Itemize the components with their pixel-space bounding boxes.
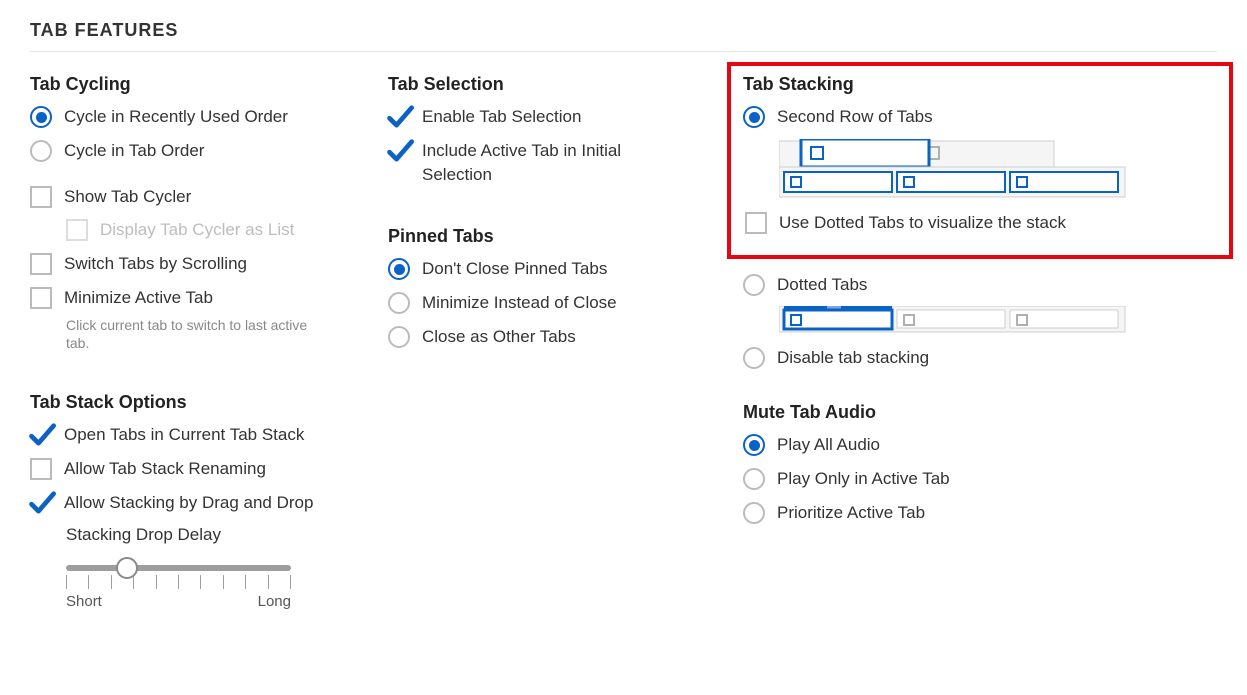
radio-label: Disable tab stacking (777, 346, 929, 370)
radio-icon (743, 274, 765, 296)
slider-ends: Short Long (66, 593, 291, 610)
checkbox-label: Allow Tab Stack Renaming (64, 457, 266, 481)
checkbox-icon (30, 492, 52, 514)
tab-selection-group: Tab Selection Enable Tab Selection Inclu… (388, 74, 743, 186)
radio-icon (388, 292, 410, 314)
radio-label: Cycle in Recently Used Order (64, 105, 288, 129)
checkbox-label: Show Tab Cycler (64, 185, 191, 209)
slider-track (66, 565, 291, 571)
checkbox-use-dotted-tabs[interactable]: Use Dotted Tabs to visualize the stack (743, 211, 1217, 235)
radio-prioritize-active[interactable]: Prioritize Active Tab (743, 501, 1217, 525)
checkbox-label: Use Dotted Tabs to visualize the stack (779, 211, 1066, 235)
radio-label: Don't Close Pinned Tabs (422, 257, 607, 281)
columns: Tab Cycling Cycle in Recently Used Order… (30, 74, 1217, 650)
radio-label: Minimize Instead of Close (422, 291, 617, 315)
pinned-tabs-title: Pinned Tabs (388, 226, 743, 247)
checkbox-icon (388, 106, 410, 128)
radio-icon (743, 434, 765, 456)
slider-label: Stacking Drop Delay (66, 525, 388, 545)
checkbox-icon (30, 424, 52, 446)
checkbox-allow-drag-drop[interactable]: Allow Stacking by Drag and Drop (30, 491, 388, 515)
radio-close-as-other[interactable]: Close as Other Tabs (388, 325, 743, 349)
checkbox-label: Minimize Active Tab (64, 286, 213, 310)
radio-label: Play Only in Active Tab (777, 467, 950, 491)
radio-dont-close-pinned[interactable]: Don't Close Pinned Tabs (388, 257, 743, 281)
radio-icon (388, 258, 410, 280)
checkbox-label: Enable Tab Selection (422, 105, 581, 129)
checkbox-enable-tab-selection[interactable]: Enable Tab Selection (388, 105, 743, 129)
radio-icon (743, 502, 765, 524)
radio-dotted-tabs[interactable]: Dotted Tabs (743, 273, 1217, 297)
checkbox-label: Switch Tabs by Scrolling (64, 252, 247, 276)
checkbox-allow-renaming[interactable]: Allow Tab Stack Renaming (30, 457, 388, 481)
radio-second-row-of-tabs[interactable]: Second Row of Tabs (743, 105, 1217, 129)
radio-icon (743, 347, 765, 369)
checkbox-icon (30, 287, 52, 309)
tab-cycling-group: Tab Cycling Cycle in Recently Used Order… (30, 74, 388, 352)
radio-label: Prioritize Active Tab (777, 501, 925, 525)
divider (30, 51, 1217, 52)
pinned-tabs-group: Pinned Tabs Don't Close Pinned Tabs Mini… (388, 226, 743, 348)
radio-cycle-recently-used[interactable]: Cycle in Recently Used Order (30, 105, 388, 129)
radio-label: Dotted Tabs (777, 273, 867, 297)
checkbox-label: Display Tab Cycler as List (100, 218, 294, 242)
checkbox-show-tab-cycler[interactable]: Show Tab Cycler (30, 185, 388, 209)
checkbox-include-active-tab[interactable]: Include Active Tab in Initial Selection (388, 139, 743, 187)
radio-icon (30, 140, 52, 162)
radio-label: Close as Other Tabs (422, 325, 576, 349)
checkbox-icon (745, 212, 767, 234)
tab-stack-options-group: Tab Stack Options Open Tabs in Current T… (30, 392, 388, 609)
radio-label: Cycle in Tab Order (64, 139, 204, 163)
checkbox-icon (388, 140, 410, 162)
stack-options-title: Tab Stack Options (30, 392, 388, 413)
checkbox-switch-by-scrolling[interactable]: Switch Tabs by Scrolling (30, 252, 388, 276)
radio-disable-tab-stacking[interactable]: Disable tab stacking (743, 346, 1217, 370)
checkbox-icon (30, 253, 52, 275)
radio-minimize-instead[interactable]: Minimize Instead of Close (388, 291, 743, 315)
minimize-help-text: Click current tab to switch to last acti… (66, 316, 326, 352)
slider-min-label: Short (66, 593, 102, 610)
checkbox-label: Allow Stacking by Drag and Drop (64, 491, 313, 515)
checkbox-display-as-list: Display Tab Cycler as List (66, 218, 388, 242)
checkbox-icon (30, 186, 52, 208)
radio-label: Play All Audio (777, 433, 880, 457)
tab-stacking-highlight: Tab Stacking Second Row of Tabs (727, 62, 1233, 259)
stacking-drop-delay: Stacking Drop Delay Short Long (66, 525, 388, 610)
checkbox-minimize-active-tab[interactable]: Minimize Active Tab (30, 286, 388, 310)
checkbox-label: Include Active Tab in Initial Selection (422, 139, 692, 187)
dotted-tabs-diagram (779, 306, 1217, 334)
tab-selection-title: Tab Selection (388, 74, 743, 95)
radio-label: Second Row of Tabs (777, 105, 933, 129)
radio-play-only-active[interactable]: Play Only in Active Tab (743, 467, 1217, 491)
radio-icon (30, 106, 52, 128)
checkbox-open-in-current-stack[interactable]: Open Tabs in Current Tab Stack (30, 423, 388, 447)
radio-play-all-audio[interactable]: Play All Audio (743, 433, 1217, 457)
tab-stacking-title: Tab Stacking (743, 74, 1217, 95)
radio-icon (743, 468, 765, 490)
drop-delay-slider[interactable] (66, 555, 291, 581)
checkbox-icon (66, 219, 88, 241)
checkbox-icon (30, 458, 52, 480)
section-title: TAB FEATURES (30, 20, 1217, 41)
mute-tab-audio-group: Mute Tab Audio Play All Audio Play Only … (743, 402, 1217, 524)
tab-cycling-title: Tab Cycling (30, 74, 388, 95)
radio-cycle-in-order[interactable]: Cycle in Tab Order (30, 139, 388, 163)
checkbox-label: Open Tabs in Current Tab Stack (64, 423, 304, 447)
slider-max-label: Long (258, 593, 291, 610)
radio-icon (743, 106, 765, 128)
slider-thumb (116, 557, 138, 579)
radio-icon (388, 326, 410, 348)
mute-audio-title: Mute Tab Audio (743, 402, 1217, 423)
second-row-tabs-diagram (779, 139, 1217, 199)
